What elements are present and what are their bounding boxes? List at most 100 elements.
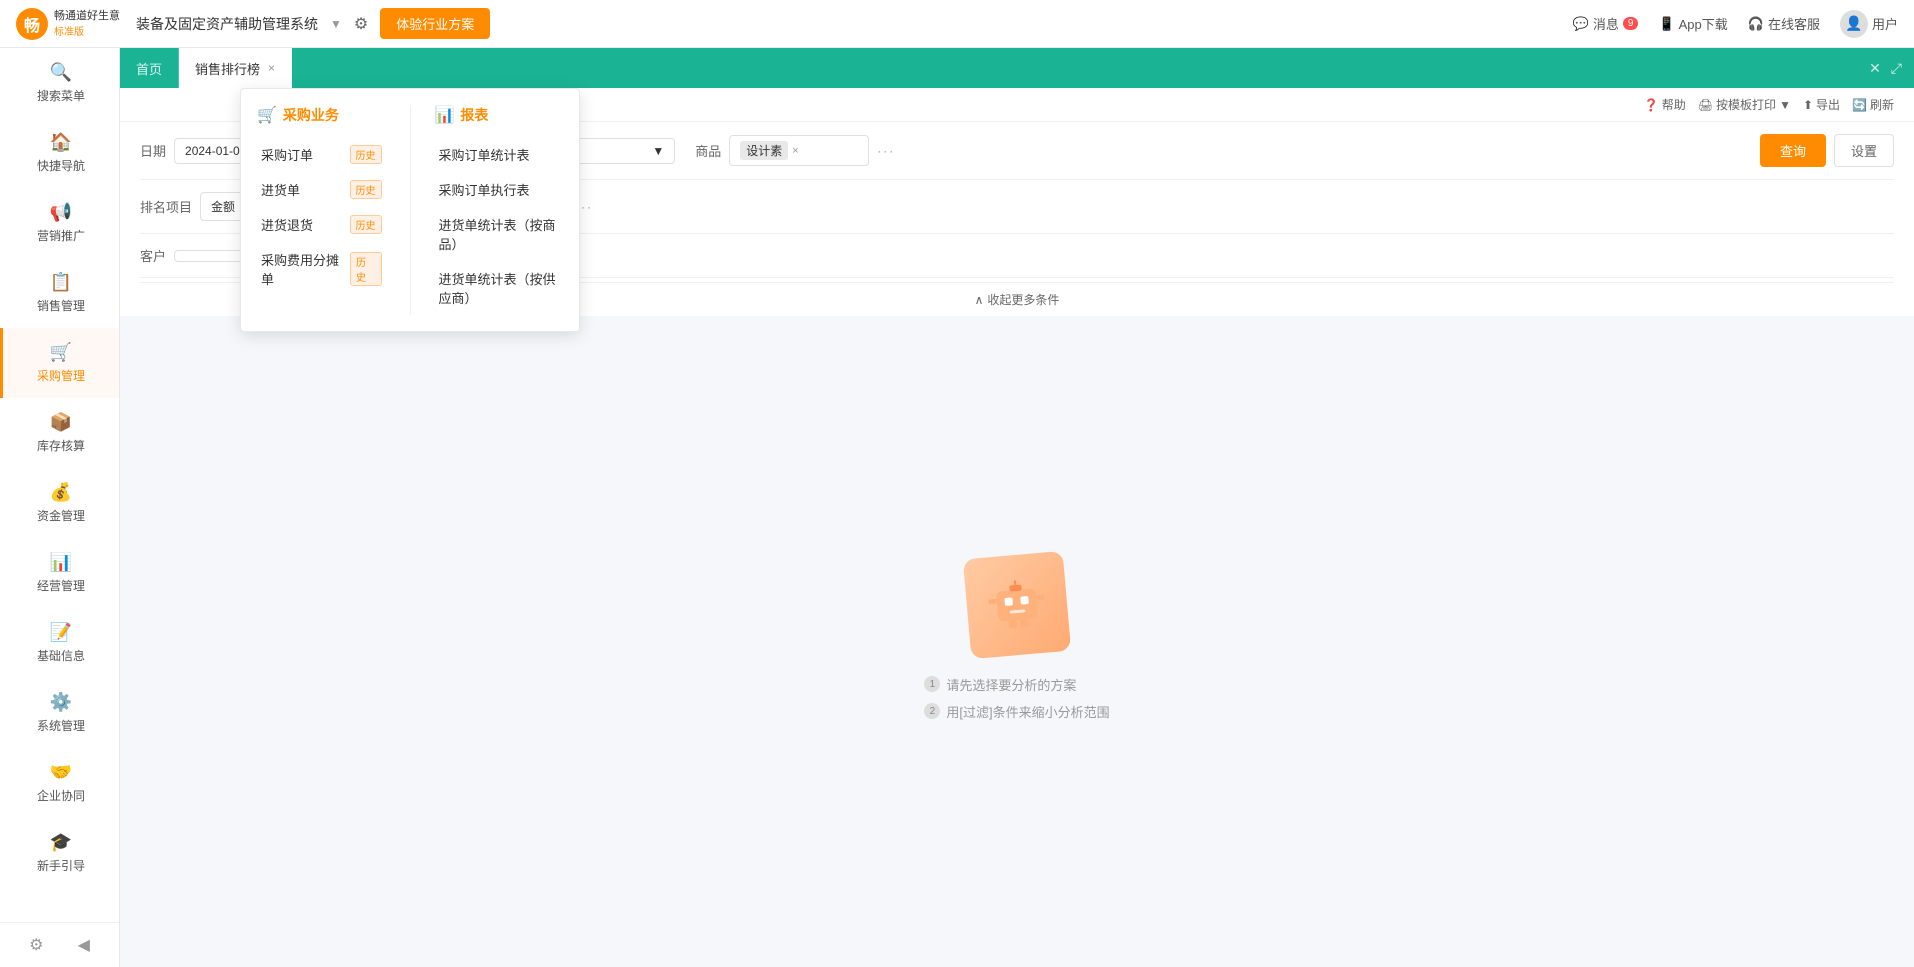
sidebar-bottom: ⚙ ◀ [0, 922, 119, 967]
phone-icon: 📱 [1658, 16, 1674, 32]
report-col: 📊 报表 采购订单统计表 采购订单执行表 进货单统计表（按商品） 进货单统计表（… [435, 105, 564, 315]
refresh-button[interactable]: 🔄 刷新 [1852, 96, 1894, 113]
purchase-icon: 🛒 [50, 342, 72, 363]
sidebar: 🔍 搜索菜单 🏠 快捷导航 📢 营销推广 📋 销售管理 🛒 采购管理 📦 库存核… [0, 48, 120, 967]
tab-sales-ranking[interactable]: 销售排行榜 × [179, 48, 292, 88]
export-icon: ⬆ [1803, 98, 1813, 112]
report-col-title: 📊 报表 [435, 105, 564, 125]
empty-state: 1 请先选择要分析的方案 2 用[过滤]条件来缩小分析范围 [120, 316, 1914, 967]
sidebar-item-search-menu[interactable]: 🔍 搜索菜单 [0, 48, 119, 118]
app-download-button[interactable]: 📱 App下载 [1658, 14, 1727, 33]
export-button[interactable]: ⬆ 导出 [1803, 96, 1840, 113]
marketing-icon: 📢 [50, 202, 72, 223]
sidebar-item-system[interactable]: ⚙️ 系统管理 [0, 678, 119, 748]
empty-tip-2: 2 用[过滤]条件来缩小分析范围 [924, 702, 1109, 721]
system-name: 装备及固定资产辅助管理系统 [136, 14, 318, 34]
sidebar-item-finance[interactable]: 💰 资金管理 [0, 468, 119, 538]
goods-more-icon[interactable]: ··· [877, 144, 895, 158]
dropdown-item-order-stats[interactable]: 采购订单统计表 [435, 137, 564, 172]
dropdown-item-order-exec[interactable]: 采购订单执行表 [435, 172, 564, 207]
search-menu-icon: 🔍 [50, 62, 72, 83]
refresh-icon: 🔄 [1852, 98, 1867, 112]
dropdown-item-goods-stats-by-supplier[interactable]: 进货单统计表（按供应商） [435, 261, 564, 315]
avatar: 👤 [1840, 10, 1868, 38]
sidebar-item-operations[interactable]: 📊 经营管理 [0, 538, 119, 608]
dropdown-item-purchase-order[interactable]: 采购订单 历史 [257, 137, 386, 172]
sidebar-item-basic-info[interactable]: 📝 基础信息 [0, 608, 119, 678]
empty-tip-1: 1 请先选择要分析的方案 [924, 675, 1109, 694]
history-badge-1: 历史 [350, 180, 382, 199]
message-badge: 9 [1623, 17, 1639, 30]
print-icon: 🖨 [1698, 98, 1713, 112]
help-button[interactable]: ❓ 帮助 [1644, 96, 1686, 113]
setting-button[interactable]: 设置 [1834, 134, 1894, 167]
tab-actions: ✕ ⤢ [1857, 56, 1914, 81]
history-badge-3: 历史 [350, 252, 382, 286]
headset-icon: 🎧 [1748, 16, 1764, 32]
query-button[interactable]: 查询 [1760, 134, 1826, 167]
dropdown-item-goods-receipt[interactable]: 进货单 历史 [257, 172, 386, 207]
industry-button[interactable]: 体验行业方案 [380, 8, 490, 39]
dropdown-item-purchase-fee[interactable]: 采购费用分摊单 历史 [257, 242, 386, 296]
gear-icon[interactable]: ⚙ [354, 14, 368, 34]
window-close-icon[interactable]: ✕ [1865, 56, 1885, 81]
home-icon: 🏠 [50, 132, 72, 153]
logo-icon: 畅 [16, 8, 48, 40]
purchase-col: 🛒 采购业务 采购订单 历史 进货单 历史 进货退货 历史 [257, 105, 386, 315]
tab-bar: 首页 销售排行榜 × ✕ ⤢ 🛒 采购业务 采购订单 [120, 48, 1914, 88]
print-dropdown-icon: ▼ [1779, 98, 1791, 112]
tab-home[interactable]: 首页 [120, 48, 179, 88]
sidebar-item-quick-nav[interactable]: 🏠 快捷导航 [0, 118, 119, 188]
guide-icon: 🎓 [50, 832, 72, 853]
sidebar-item-guide[interactable]: 🎓 新手引导 [0, 818, 119, 888]
operations-icon: 📊 [50, 552, 72, 573]
content-area: 首页 销售排行榜 × ✕ ⤢ 🛒 采购业务 采购订单 [120, 48, 1914, 967]
top-middle: 装备及固定资产辅助管理系统 ▼ ⚙ 体验行业方案 [136, 8, 1573, 39]
voucher-status-dropdown-icon: ▼ [652, 144, 664, 158]
history-badge-2: 历史 [350, 215, 382, 234]
tab-close-icon[interactable]: × [268, 61, 275, 75]
help-icon: ❓ [1644, 98, 1659, 112]
sales-icon: 📋 [50, 272, 72, 293]
print-button[interactable]: 🖨 按模板打印 ▼ [1698, 96, 1791, 113]
main-layout: 🔍 搜索菜单 🏠 快捷导航 📢 营销推广 📋 销售管理 🛒 采购管理 📦 库存核… [0, 48, 1914, 967]
goods-tag-close-icon[interactable]: × [792, 145, 798, 157]
sidebar-settings-icon[interactable]: ⚙ [29, 935, 43, 955]
report-col-icon: 📊 [435, 105, 455, 125]
logo-badge: 标准版 [54, 23, 120, 38]
inventory-icon: 📦 [50, 412, 72, 433]
basic-info-icon: 📝 [50, 622, 72, 643]
message-button[interactable]: 💬 消息 9 [1573, 14, 1639, 33]
purchase-dropdown-menu: 🛒 采购业务 采购订单 历史 进货单 历史 进货退货 历史 [240, 88, 580, 332]
sidebar-item-marketing[interactable]: 📢 营销推广 [0, 188, 119, 258]
empty-illustration [963, 550, 1071, 658]
goods-field: 商品 设计素 × ··· [695, 135, 895, 166]
sidebar-item-enterprise[interactable]: 🤝 企业协同 [0, 748, 119, 818]
purchase-col-title: 🛒 采购业务 [257, 105, 386, 125]
top-bar: 畅 畅通道好生意 标准版 装备及固定资产辅助管理系统 ▼ ⚙ 体验行业方案 💬 … [0, 0, 1914, 48]
purchase-col-icon: 🛒 [257, 105, 277, 125]
message-icon: 💬 [1573, 16, 1589, 32]
enterprise-icon: 🤝 [50, 762, 72, 783]
system-icon: ⚙️ [50, 692, 72, 713]
logo-text: 畅通道好生意 [54, 9, 120, 23]
sidebar-item-sales[interactable]: 📋 销售管理 [0, 258, 119, 328]
empty-tips: 1 请先选择要分析的方案 2 用[过滤]条件来缩小分析范围 [924, 675, 1109, 729]
goods-input[interactable]: 设计素 × [729, 135, 869, 166]
filter-action-btns: 查询 设置 [1760, 134, 1894, 167]
finance-icon: 💰 [50, 482, 72, 503]
system-dropdown-icon[interactable]: ▼ [330, 17, 342, 31]
dropdown-item-goods-return[interactable]: 进货退货 历史 [257, 207, 386, 242]
sidebar-item-purchase[interactable]: 🛒 采购管理 [0, 328, 119, 398]
online-service-button[interactable]: 🎧 在线客服 [1748, 14, 1820, 33]
sidebar-item-inventory[interactable]: 📦 库存核算 [0, 398, 119, 468]
history-badge-0: 历史 [350, 145, 382, 164]
window-maximize-icon[interactable]: ⤢ [1887, 56, 1906, 81]
user-menu[interactable]: 👤 用户 [1840, 10, 1898, 38]
dropdown-item-goods-stats-by-product[interactable]: 进货单统计表（按商品） [435, 207, 564, 261]
logo-area: 畅 畅通道好生意 标准版 [16, 8, 136, 40]
dropdown-divider [410, 105, 411, 315]
sidebar-collapse-icon[interactable]: ◀ [78, 935, 90, 955]
collapse-chevron-icon: ∧ [975, 293, 984, 307]
robot-illustration [984, 572, 1049, 637]
